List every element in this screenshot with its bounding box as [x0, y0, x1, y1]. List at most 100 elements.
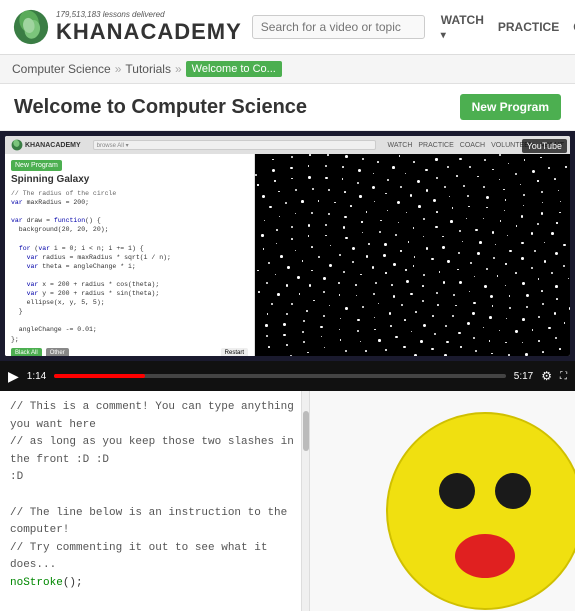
galaxy-dot [290, 167, 293, 170]
galaxy-dot [555, 252, 558, 255]
galaxy-dot [418, 205, 421, 208]
galaxy-dot [325, 235, 327, 237]
galaxy-dot [491, 353, 492, 354]
play-button[interactable]: ▶ [8, 368, 19, 385]
breadcrumb-cs[interactable]: Computer Science [12, 62, 111, 76]
galaxy-dot [499, 330, 500, 331]
galaxy-dot [444, 186, 446, 188]
galaxy-dot [436, 177, 439, 180]
galaxy-dot [374, 317, 376, 319]
galaxy-dot [449, 196, 450, 197]
code-scrollbar[interactable] [301, 391, 309, 611]
galaxy-dot [385, 272, 386, 273]
galaxy-dot [436, 292, 438, 294]
galaxy-dot [340, 339, 341, 340]
galaxy-dot [538, 316, 540, 318]
galaxy-dot [436, 211, 438, 213]
new-program-button[interactable]: New Program [460, 94, 561, 120]
galaxy-dot [542, 202, 544, 204]
galaxy-dot [340, 318, 341, 319]
galaxy-dot [413, 161, 415, 163]
galaxy-dot [362, 306, 364, 308]
galaxy-dot [295, 213, 296, 214]
progress-bar[interactable] [54, 374, 506, 378]
galaxy-dot [443, 281, 446, 284]
time-total: 5:17 [514, 371, 533, 382]
galaxy-dot [308, 235, 310, 237]
galaxy-dot [446, 341, 448, 343]
logo-tagline: 179,513,183 lessons delivered [56, 10, 242, 19]
galaxy-dot [499, 179, 500, 180]
search-input[interactable] [252, 15, 425, 39]
galaxy-dot [484, 285, 487, 288]
nav-practice[interactable]: PRACTICE [492, 16, 565, 38]
galaxy-dot [523, 194, 525, 196]
galaxy-dot [362, 232, 363, 233]
galaxy-dot [433, 199, 436, 202]
logo-name: KHANACADEMY [56, 19, 242, 45]
galaxy-dot [265, 324, 268, 327]
breadcrumb-current: Welcome to Co... [186, 61, 282, 77]
galaxy-dot [541, 290, 543, 292]
galaxy-dot [272, 169, 275, 172]
galaxy-dot [344, 191, 346, 193]
galaxy-dot [393, 263, 396, 266]
galaxy-dot [323, 315, 325, 317]
nav-watch[interactable]: WATCH [435, 9, 490, 45]
youtube-label: YouTube [522, 139, 567, 153]
galaxy-dot [477, 176, 479, 178]
galaxy-dot [344, 216, 347, 219]
galaxy-dot [302, 331, 305, 334]
galaxy-dot [357, 330, 359, 332]
galaxy-dot [467, 195, 469, 197]
galaxy-dot [420, 340, 423, 343]
galaxy-dot [453, 294, 456, 297]
galaxy-dot [432, 315, 434, 317]
galaxy-dot [278, 191, 279, 192]
galaxy-dot [397, 201, 400, 204]
mini-restart-btn: Restart [221, 348, 248, 356]
galaxy-dot [262, 195, 265, 198]
galaxy-dot [342, 166, 344, 168]
galaxy-dot [492, 231, 495, 234]
galaxy-dot [484, 159, 486, 161]
galaxy-dot [426, 189, 428, 191]
galaxy-dot [372, 266, 375, 269]
galaxy-dot [525, 353, 528, 356]
settings-icon[interactable]: ⚙ [541, 369, 552, 383]
galaxy-dot [508, 163, 509, 164]
galaxy-dot [390, 325, 392, 327]
nav-coach[interactable]: COACH [567, 16, 575, 38]
galaxy-dot [325, 165, 327, 167]
galaxy-dot [556, 298, 558, 300]
galaxy-dot [423, 274, 425, 276]
galaxy-dot [532, 329, 534, 331]
galaxy-dot [377, 161, 379, 163]
mini-logo-leaf-icon [11, 139, 23, 151]
galaxy-dot [280, 255, 283, 258]
galaxy-dot [413, 227, 415, 229]
breadcrumb-tutorials[interactable]: Tutorials [125, 62, 171, 76]
galaxy-dot [520, 184, 521, 185]
galaxy-dot [343, 271, 345, 273]
galaxy-dot [555, 285, 558, 288]
fullscreen-icon[interactable]: ⛶ [560, 371, 567, 382]
page-title: Welcome to Computer Science [14, 96, 307, 119]
galaxy-dot [303, 341, 305, 343]
galaxy-dot [521, 242, 524, 245]
canvas-output [310, 391, 575, 611]
galaxy-dot [452, 315, 454, 317]
galaxy-dot [400, 250, 401, 251]
galaxy-dot [509, 295, 510, 296]
galaxy-dot [522, 318, 525, 321]
galaxy-dot [515, 173, 517, 175]
galaxy-dot [559, 348, 561, 350]
galaxy-dot [466, 218, 467, 219]
galaxy-dot [548, 167, 550, 169]
progress-fill [54, 374, 144, 378]
galaxy-dot [313, 300, 314, 301]
galaxy-dot [470, 262, 472, 264]
galaxy-dot [509, 307, 511, 309]
galaxy-dot [311, 212, 314, 215]
galaxy-dot [483, 327, 484, 328]
